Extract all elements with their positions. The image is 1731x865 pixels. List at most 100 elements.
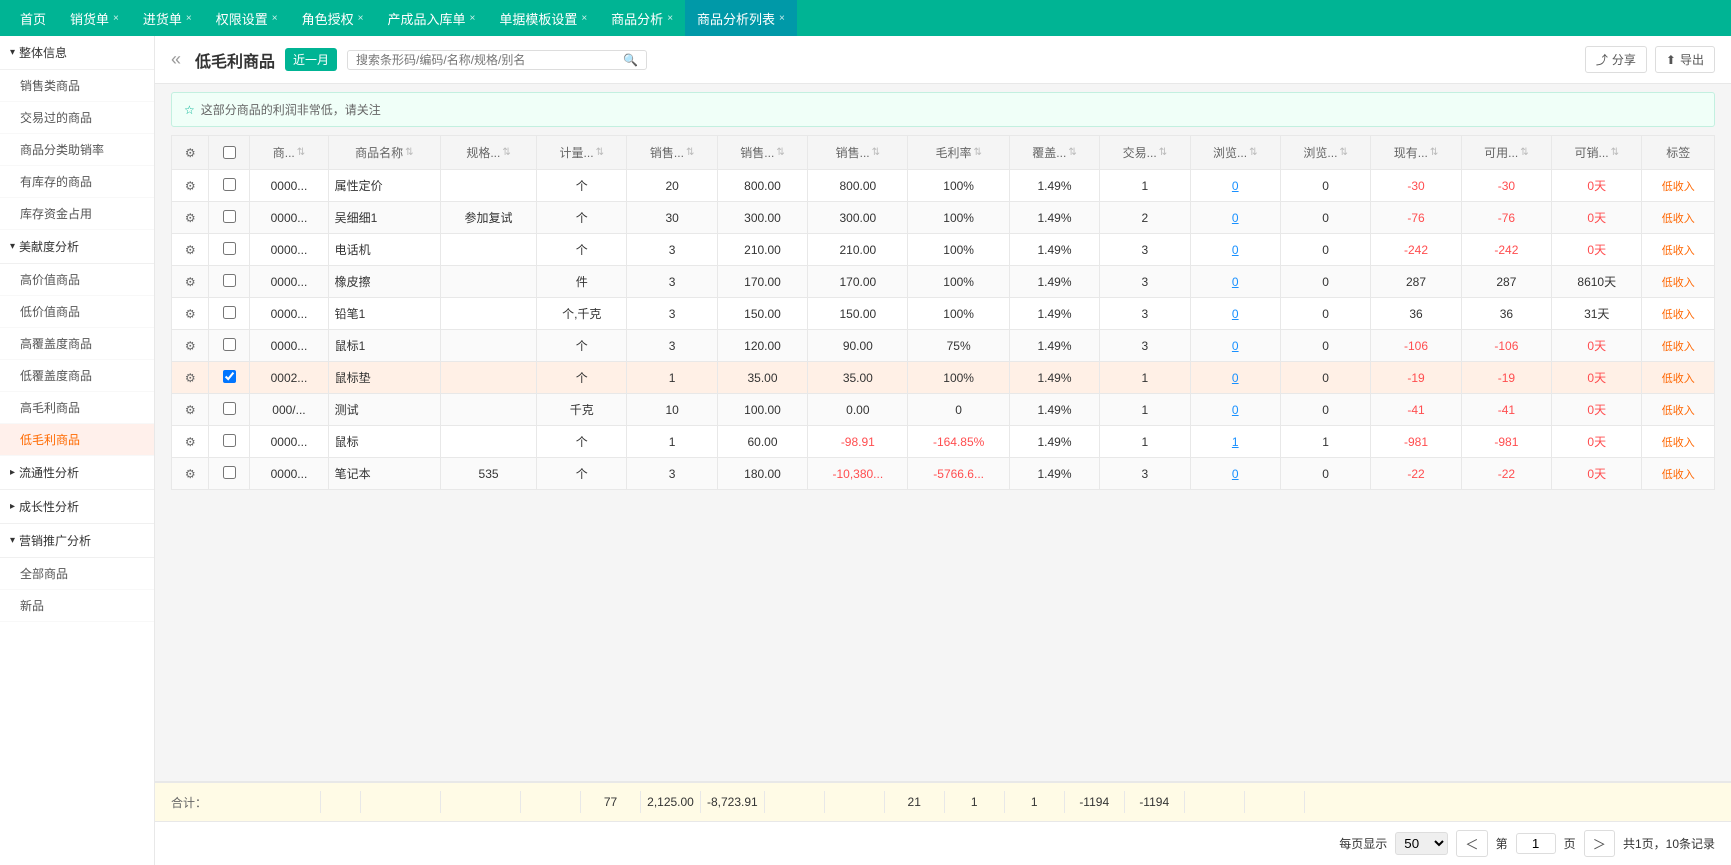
col-sales-price[interactable]: 销售...⇅ [717, 136, 807, 170]
row-settings-icon[interactable]: ⚙ [172, 202, 209, 234]
col-settings[interactable]: ⚙ [172, 136, 209, 170]
search-icon[interactable]: 🔍 [623, 53, 638, 67]
row-browse1[interactable]: 0 [1190, 394, 1280, 426]
close-icon[interactable]: × [581, 13, 587, 24]
col-current-stock[interactable]: 现有...⇅ [1371, 136, 1461, 170]
prev-page-button[interactable]: ＜ [1456, 830, 1487, 857]
nav-purchase[interactable]: 进货单 × [131, 0, 204, 36]
time-filter-button[interactable]: 近一月 [285, 48, 337, 71]
page-label: 第 [1496, 835, 1508, 852]
export-button[interactable]: ⬆ 导出 [1655, 46, 1715, 73]
row-checkbox[interactable] [223, 434, 236, 447]
row-checkbox[interactable] [223, 402, 236, 415]
sidebar-group-header-value[interactable]: ▾ 美献度分析 [0, 230, 154, 264]
close-icon[interactable]: × [469, 13, 475, 24]
col-sales-profit[interactable]: 销售...⇅ [808, 136, 908, 170]
row-settings-icon[interactable]: ⚙ [172, 170, 209, 202]
sidebar-item-low-coverage[interactable]: 低覆盖度商品 [0, 360, 154, 392]
close-icon[interactable]: × [186, 13, 192, 24]
sidebar-group-header-growth[interactable]: ▸ 成长性分析 [0, 490, 154, 524]
row-settings-icon[interactable]: ⚙ [172, 458, 209, 490]
col-coverage[interactable]: 覆盖...⇅ [1009, 136, 1099, 170]
row-settings-icon[interactable]: ⚙ [172, 298, 209, 330]
page-input[interactable] [1516, 833, 1556, 854]
nav-product-stock[interactable]: 产成品入库单 × [375, 0, 487, 36]
close-icon[interactable]: × [272, 13, 278, 24]
col-transaction[interactable]: 交易...⇅ [1100, 136, 1190, 170]
sidebar-item-traded-products[interactable]: 交易过的商品 [0, 102, 154, 134]
row-settings-icon[interactable]: ⚙ [172, 330, 209, 362]
row-checkbox[interactable] [223, 210, 236, 223]
row-coverage: 1.49% [1009, 426, 1099, 458]
close-icon[interactable]: × [113, 13, 119, 24]
settings-icon[interactable]: ⚙ [185, 146, 196, 160]
row-browse1[interactable]: 0 [1190, 362, 1280, 394]
row-browse1[interactable]: 0 [1190, 298, 1280, 330]
nav-product-analysis[interactable]: 商品分析 × [599, 0, 685, 36]
select-all-checkbox[interactable] [223, 146, 236, 159]
per-page-select[interactable]: 50 100 [1395, 832, 1448, 855]
col-name[interactable]: 商品名称⇅ [328, 136, 440, 170]
sidebar-item-new-products[interactable]: 新品 [0, 590, 154, 622]
close-icon[interactable]: × [358, 13, 364, 24]
col-browse2[interactable]: 浏览...⇅ [1280, 136, 1370, 170]
row-settings-icon[interactable]: ⚙ [172, 394, 209, 426]
nav-permissions[interactable]: 权限设置 × [204, 0, 290, 36]
search-input[interactable] [356, 53, 623, 67]
col-tag[interactable]: 标签 [1642, 136, 1715, 170]
row-browse1[interactable]: 0 [1190, 330, 1280, 362]
row-browse1[interactable]: 1 [1190, 426, 1280, 458]
sidebar-group-header-overall[interactable]: ▾ 整体信息 [0, 36, 154, 70]
sidebar-group-header-circulation[interactable]: ▸ 流通性分析 [0, 456, 154, 490]
nav-template-settings[interactable]: 单据模板设置 × [487, 0, 599, 36]
nav-sales[interactable]: 销货单 × [58, 0, 131, 36]
sidebar-item-high-coverage[interactable]: 高覆盖度商品 [0, 328, 154, 360]
col-sales-qty[interactable]: 销售...⇅ [627, 136, 717, 170]
row-sales-profit: -10,380... [808, 458, 908, 490]
nav-product-analysis-list[interactable]: 商品分析列表 × [685, 0, 797, 36]
col-saleable[interactable]: 可销...⇅ [1552, 136, 1642, 170]
col-spec[interactable]: 规格...⇅ [441, 136, 537, 170]
row-settings-icon[interactable]: ⚙ [172, 426, 209, 458]
next-page-button[interactable]: ＞ [1584, 830, 1615, 857]
sidebar-item-high-value[interactable]: 高价值商品 [0, 264, 154, 296]
row-browse1[interactable]: 0 [1190, 202, 1280, 234]
row-browse1[interactable]: 0 [1190, 234, 1280, 266]
row-settings-icon[interactable]: ⚙ [172, 234, 209, 266]
sidebar-item-inventory-fund[interactable]: 库存资金占用 [0, 198, 154, 230]
sidebar-item-stocked-products[interactable]: 有库存的商品 [0, 166, 154, 198]
collapse-sidebar-btn[interactable]: « [171, 49, 181, 70]
row-saleable: 0天 [1552, 394, 1642, 426]
sidebar-item-low-value[interactable]: 低价值商品 [0, 296, 154, 328]
col-available[interactable]: 可用...⇅ [1461, 136, 1551, 170]
row-checkbox[interactable] [223, 274, 236, 287]
col-gross-rate[interactable]: 毛利率⇅ [908, 136, 1009, 170]
row-available: -981 [1461, 426, 1551, 458]
sidebar-item-category-rate[interactable]: 商品分类助销率 [0, 134, 154, 166]
sidebar-item-sales-products[interactable]: 销售类商品 [0, 70, 154, 102]
row-browse1[interactable]: 0 [1190, 170, 1280, 202]
nav-role-auth[interactable]: 角色授权 × [290, 0, 376, 36]
row-checkbox[interactable] [223, 370, 236, 383]
col-code[interactable]: 商...⇅ [250, 136, 328, 170]
sidebar-group-header-marketing[interactable]: ▾ 营销推广分析 [0, 524, 154, 558]
row-browse1[interactable]: 0 [1190, 266, 1280, 298]
close-icon[interactable]: × [779, 13, 785, 24]
nav-home[interactable]: 首页 [8, 0, 58, 36]
sidebar-item-high-margin[interactable]: 高毛利商品 [0, 392, 154, 424]
close-icon[interactable]: × [667, 13, 673, 24]
row-checkbox[interactable] [223, 466, 236, 479]
row-settings-icon[interactable]: ⚙ [172, 266, 209, 298]
row-checkbox[interactable] [223, 242, 236, 255]
row-settings-icon[interactable]: ⚙ [172, 362, 209, 394]
row-checkbox[interactable] [223, 338, 236, 351]
row-checkbox[interactable] [223, 306, 236, 319]
col-unit[interactable]: 计量...⇅ [537, 136, 627, 170]
sidebar-item-all-products[interactable]: 全部商品 [0, 558, 154, 590]
sort-icon: ⇅ [1249, 147, 1257, 158]
share-button[interactable]: ⤴ 分享 [1585, 46, 1647, 73]
row-checkbox[interactable] [223, 178, 236, 191]
sidebar-item-low-margin[interactable]: 低毛利商品 [0, 424, 154, 456]
row-browse1[interactable]: 0 [1190, 458, 1280, 490]
col-browse1[interactable]: 浏览...⇅ [1190, 136, 1280, 170]
